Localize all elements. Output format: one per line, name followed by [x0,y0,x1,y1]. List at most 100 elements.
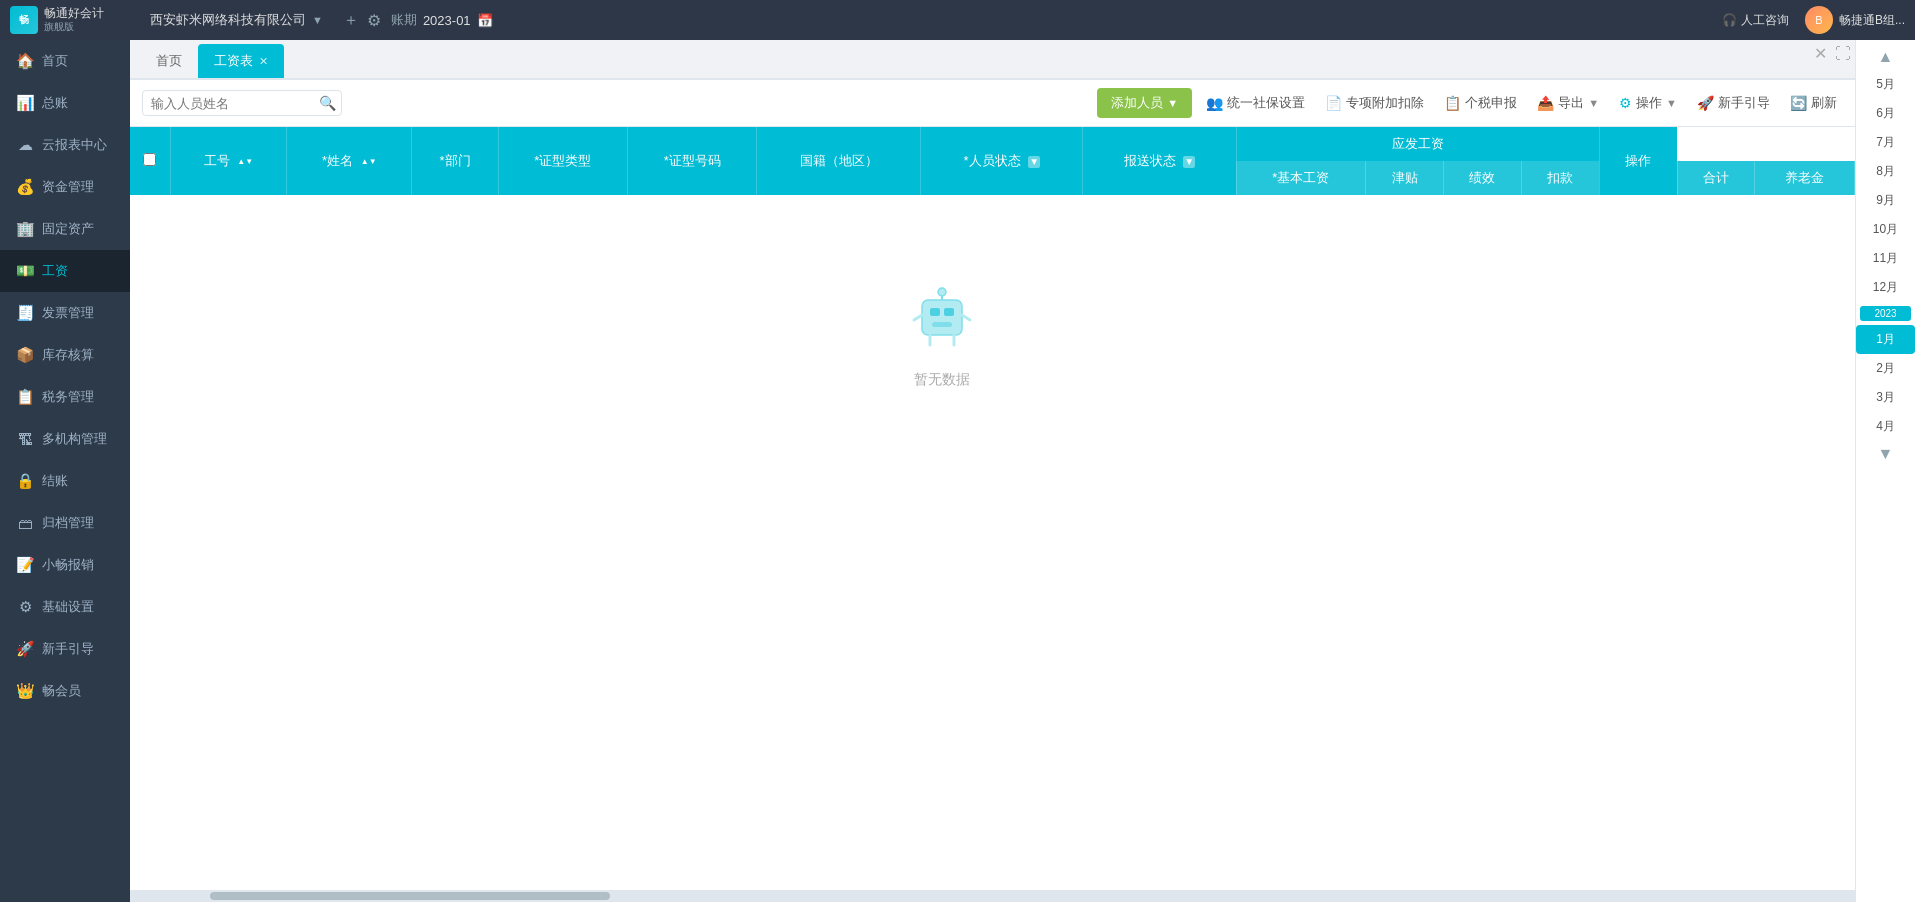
year-badge: 2023 [1860,306,1911,321]
special-deduction-icon: 📄 [1325,95,1342,111]
month-item-2[interactable]: 2月 [1856,354,1915,383]
user-area[interactable]: B 畅捷通B组... [1805,6,1905,34]
sidebar-item-reports[interactable]: ☁ 云报表中心 [0,124,130,166]
add-person-label: 添加人员 [1111,94,1163,112]
person-status-filter-icon[interactable]: ▼ [1028,156,1040,168]
expense-icon: 📝 [16,556,34,574]
th-employee-id: 工号 ▲▼ [170,127,287,195]
add-company-button[interactable]: ＋ [343,10,359,31]
export-icon: 📤 [1537,95,1554,111]
sidebar-item-invoice[interactable]: 🧾 发票管理 [0,292,130,334]
refresh-icon: 🔄 [1790,95,1807,111]
sidebar-item-multiorg[interactable]: 🏗 多机构管理 [0,418,130,460]
tab-payroll-label: 工资表 [214,52,253,70]
sidebar-item-assets[interactable]: 🏢 固定资产 [0,208,130,250]
search-icon[interactable]: 🔍 [319,95,336,111]
th-base-salary: *基本工资 [1236,161,1365,195]
name-sort-icon[interactable]: ▲▼ [361,158,377,166]
th-deduction: 扣款 [1521,161,1599,195]
funds-icon: 💰 [16,178,34,196]
select-all-checkbox[interactable] [143,153,156,166]
toolbar-right: 添加人员 ▼ 👥 统一社保设置 📄 专项附加扣除 📋 个税申报 📤 [1097,88,1843,118]
support-label: 人工咨询 [1741,12,1789,29]
month-item-7[interactable]: 7月 [1856,128,1915,157]
social-insurance-label: 统一社保设置 [1227,94,1305,112]
search-wrap: 🔍 [142,90,342,116]
sidebar-label-multiorg: 多机构管理 [42,430,107,448]
operations-button[interactable]: ⚙ 操作 ▼ [1613,90,1683,116]
support-button[interactable]: 🎧 人工咨询 [1722,12,1789,29]
social-insurance-icon: 👥 [1206,95,1223,111]
sidebar: 🏠 首页 📊 总账 ☁ 云报表中心 💰 资金管理 🏢 固定资产 💵 工资 🧾 发… [0,40,130,902]
month-item-1[interactable]: 1月 [1856,325,1915,354]
sidebar-item-guide[interactable]: 🚀 新手引导 [0,628,130,670]
settings-button[interactable]: ⚙ [367,11,381,30]
table-body: 暂无数据 [130,195,1855,469]
refresh-button[interactable]: 🔄 刷新 [1784,90,1843,116]
month-item-3[interactable]: 3月 [1856,383,1915,412]
tab-bar: 首页 工资表 ✕ [130,40,1855,80]
month-item-12[interactable]: 12月 [1856,273,1915,302]
social-insurance-button[interactable]: 👥 统一社保设置 [1200,90,1311,116]
month-scroll-up-button[interactable]: ▲ [1856,44,1915,70]
logo-area: 畅 畅通好会计 旗舰版 [10,6,140,34]
month-item-11[interactable]: 11月 [1856,244,1915,273]
sidebar-label-ledger: 总账 [42,94,68,112]
add-person-button[interactable]: 添加人员 ▼ [1097,88,1192,118]
bottom-scrollbar[interactable] [130,890,1855,902]
th-total: 合计 [1677,161,1755,195]
month-item-9[interactable]: 9月 [1856,186,1915,215]
period-label: 账期 [391,11,417,29]
sidebar-item-expense[interactable]: 📝 小畅报销 [0,544,130,586]
panel-expand-button[interactable]: ⛶ [1833,42,1853,65]
table-header-row1: 工号 ▲▼ *姓名 ▲▼ *部门 *证型类型 *证型号码 国籍（地区） *人员状… [130,127,1855,161]
month-item-6[interactable]: 6月 [1856,99,1915,128]
sidebar-item-ledger[interactable]: 📊 总账 [0,82,130,124]
sidebar-item-payroll[interactable]: 💵 工资 [0,250,130,292]
th-person-status: *人员状态 ▼ [921,127,1083,195]
empty-text: 暂无数据 [914,371,970,389]
calendar-icon[interactable]: 📅 [477,13,493,28]
sidebar-label-guide: 新手引导 [42,640,94,658]
sidebar-item-member[interactable]: 👑 畅会员 [0,670,130,712]
sidebar-label-payroll: 工资 [42,262,68,280]
table-select-all-header[interactable] [130,127,170,195]
tab-close-icon[interactable]: ✕ [259,55,268,68]
scroll-thumb[interactable] [210,892,610,900]
th-report-status: 报送状态 ▼ [1083,127,1236,195]
employee-id-sort-icon[interactable]: ▲▼ [237,158,253,166]
sidebar-item-funds[interactable]: 💰 资金管理 [0,166,130,208]
sidebar-item-archive[interactable]: 🗃 归档管理 [0,502,130,544]
report-status-filter-icon[interactable]: ▼ [1183,156,1195,168]
month-item-10[interactable]: 10月 [1856,215,1915,244]
sidebar-item-tax[interactable]: 📋 税务管理 [0,376,130,418]
export-button[interactable]: 📤 导出 ▼ [1531,90,1605,116]
panel-close-button[interactable]: ✕ [1812,42,1829,65]
tab-payroll[interactable]: 工资表 ✕ [198,44,284,78]
month-item-5[interactable]: 5月 [1856,70,1915,99]
special-deduction-button[interactable]: 📄 专项附加扣除 [1319,90,1430,116]
search-input[interactable] [151,96,319,111]
tab-home[interactable]: 首页 [140,44,198,78]
guide-button[interactable]: 🚀 新手引导 [1691,90,1776,116]
sidebar-label-settings: 基础设置 [42,598,94,616]
archive-icon: 🗃 [16,515,34,532]
sidebar-item-inventory[interactable]: 📦 库存核算 [0,334,130,376]
th-allowance: 津贴 [1366,161,1444,195]
month-scroll-down-button[interactable]: ▼ [1856,441,1915,467]
sidebar-item-settings[interactable]: ⚙ 基础设置 [0,586,130,628]
th-pension: 养老金 [1755,161,1855,195]
company-name: 西安虾米网络科技有限公司 [150,11,306,29]
sidebar-item-home[interactable]: 🏠 首页 [0,40,130,82]
logo-text: 畅通好会计 [44,6,104,20]
multiorg-icon: 🏗 [16,431,34,448]
sidebar-item-close[interactable]: 🔒 结账 [0,460,130,502]
export-label: 导出 [1558,94,1584,112]
right-month-panel: ▲ 5月 6月 7月 8月 9月 10月 11月 12月 2023 1月 2月 … [1855,40,1915,902]
month-item-8[interactable]: 8月 [1856,157,1915,186]
svg-rect-0 [922,300,962,335]
company-selector[interactable]: 西安虾米网络科技有限公司 ▼ [140,7,333,33]
month-item-4[interactable]: 4月 [1856,412,1915,441]
tax-declaration-button[interactable]: 📋 个税申报 [1438,90,1523,116]
operations-dropdown-icon: ▼ [1666,97,1677,109]
